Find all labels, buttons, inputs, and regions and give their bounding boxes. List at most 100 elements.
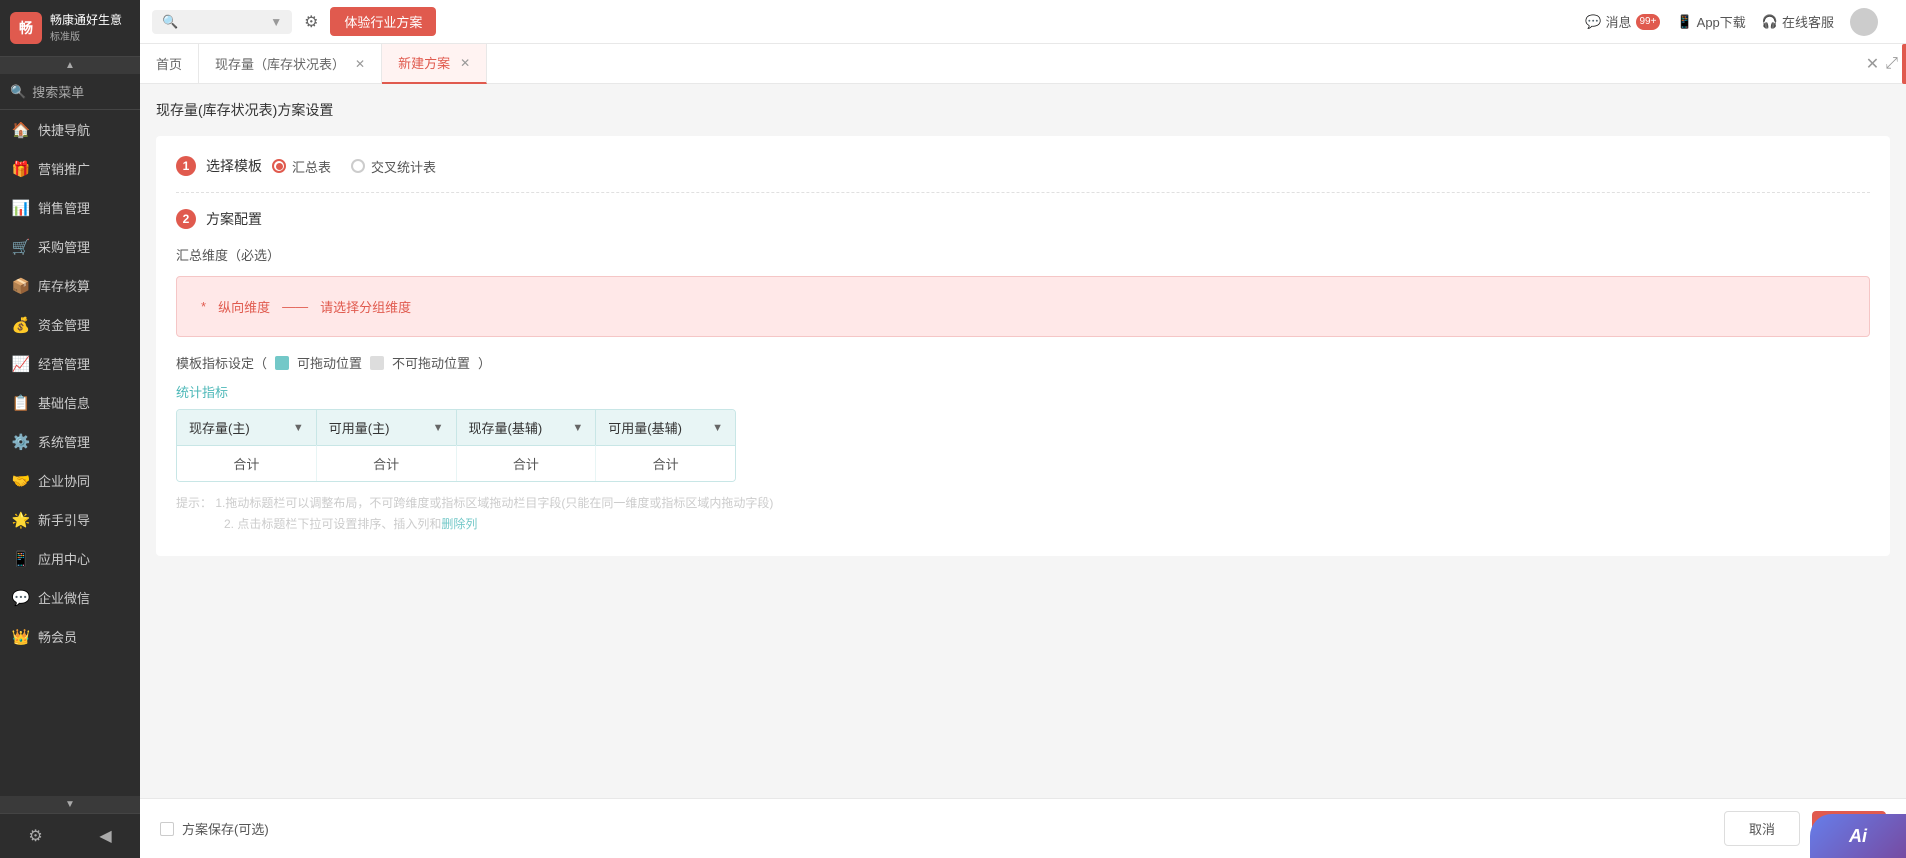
message-label: 消息 <box>1605 12 1631 31</box>
search-icon: 🔍 <box>10 84 26 100</box>
stats-col-2-header[interactable]: 可用量(主) ▼ <box>317 410 457 445</box>
tab-new-scheme-close[interactable]: ✕ <box>460 56 470 70</box>
tips-section: 提示： 1.拖动标题栏可以调整布局，不可跨维度或指标区域拖动栏目字段(只能在同一… <box>176 494 1870 532</box>
app-download-label: App下载 <box>1697 12 1746 31</box>
step1-header: 1 选择模板 汇总表 交叉统计表 <box>176 156 1870 176</box>
sidebar-item-wechat[interactable]: 💬 企业微信 <box>0 578 140 617</box>
app-download-button[interactable]: 📱 App下载 <box>1676 12 1745 31</box>
cancel-button[interactable]: 取消 <box>1724 811 1800 846</box>
tip-2: 2. 点击标题栏下拉可设置排序、插入列和删除列 <box>176 515 1870 532</box>
expand-tab-action[interactable]: ⤢ <box>1885 55 1898 73</box>
scheme-settings-card: 1 选择模板 汇总表 交叉统计表 2 方案配置 <box>156 136 1890 556</box>
sidebar-item-sales[interactable]: 📊 销售管理 <box>0 188 140 227</box>
chevron-down-icon-3[interactable]: ▼ <box>572 422 583 434</box>
stats-col-1-summary: 合计 <box>177 445 317 481</box>
stats-col-1-header[interactable]: 现存量(主) ▼ <box>177 410 317 445</box>
footer: 方案保存(可选) 取消 查询 <box>140 798 1906 858</box>
dimension-box[interactable]: * 纵向维度 —— 请选择分组维度 <box>176 276 1870 337</box>
sidebar-item-new-guide[interactable]: 🌟 新手引导 <box>0 500 140 539</box>
sidebar-search[interactable]: 🔍 搜索菜单 <box>0 74 140 110</box>
sidebar-item-label: 畅会员 <box>38 627 77 646</box>
app-name: 畅康通好生意 <box>50 13 122 29</box>
stats-col-3-header[interactable]: 现存量(基辅) ▼ <box>457 410 597 445</box>
message-button[interactable]: 💬 消息 99+ <box>1585 12 1660 31</box>
stats-col-4-summary: 合计 <box>596 445 735 481</box>
gear-icon[interactable]: ⚙ <box>304 12 318 32</box>
sidebar-item-member[interactable]: 👑 畅会员 <box>0 617 140 656</box>
sidebar-item-basic-info[interactable]: 📋 基础信息 <box>0 383 140 422</box>
settings-button[interactable]: ⚙ <box>20 822 50 850</box>
radio-summary-circle <box>272 159 286 173</box>
stats-col-3-summary: 合计 <box>457 445 597 481</box>
delete-column-link[interactable]: 删除列 <box>441 517 477 531</box>
tab-inventory-status[interactable]: 现存量（库存状况表） ✕ <box>199 44 382 84</box>
chevron-down-icon-4[interactable]: ▼ <box>712 422 723 434</box>
sidebar-item-label: 营销推广 <box>38 159 90 178</box>
step2-badge: 2 <box>176 209 196 229</box>
online-service-button[interactable]: 🎧 在线客服 <box>1762 12 1834 31</box>
dimension-dash: —— <box>282 299 308 314</box>
sidebar-item-label: 销售管理 <box>38 198 90 217</box>
dropdown-icon[interactable]: ▼ <box>270 15 282 29</box>
template-indicator-text: 模板指标设定（ <box>176 353 267 372</box>
sidebar-item-inventory[interactable]: 📦 库存核算 <box>0 266 140 305</box>
dimension-section-label: 汇总维度（必选） <box>176 245 1870 264</box>
app-icon: 📱 <box>12 550 30 568</box>
sidebar-scroll-up[interactable]: ▲ <box>0 57 140 74</box>
sidebar-item-quick-nav[interactable]: 🏠 快捷导航 <box>0 110 140 149</box>
sidebar-item-enterprise[interactable]: 🤝 企业协同 <box>0 461 140 500</box>
chevron-down-icon-2[interactable]: ▼ <box>433 422 444 434</box>
sidebar-bottom: ⚙ ◀ <box>0 813 140 858</box>
logo-icon: 畅 <box>10 12 42 44</box>
stats-table-header: 现存量(主) ▼ 可用量(主) ▼ 现存量(基辅) ▼ 可用量(基辅) ▼ <box>177 410 735 445</box>
sidebar-item-purchase[interactable]: 🛒 采购管理 <box>0 227 140 266</box>
save-scheme-checkbox[interactable] <box>160 822 174 836</box>
chevron-down-icon-1[interactable]: ▼ <box>293 422 304 434</box>
close-tab-action[interactable]: ✕ <box>1866 54 1879 74</box>
wechat-icon: 💬 <box>12 589 30 607</box>
sidebar-item-label: 资金管理 <box>38 315 90 334</box>
search-icon: 🔍 <box>162 14 178 30</box>
sidebar-item-app-center[interactable]: 📱 应用中心 <box>0 539 140 578</box>
stats-col-3-label: 现存量(基辅) <box>469 418 543 437</box>
sidebar-item-label: 应用中心 <box>38 549 90 568</box>
fixed-badge <box>370 356 384 370</box>
sidebar-item-system[interactable]: ⚙️ 系统管理 <box>0 422 140 461</box>
sidebar-item-label: 新手引导 <box>38 510 90 529</box>
radio-cross[interactable]: 交叉统计表 <box>351 157 436 176</box>
topbar-search-box[interactable]: 🔍 ▼ <box>152 10 292 34</box>
sidebar-item-operations[interactable]: 📈 经营管理 <box>0 344 140 383</box>
trial-button[interactable]: 体验行业方案 <box>330 7 436 36</box>
tab-new-scheme[interactable]: 新建方案 ✕ <box>382 44 487 84</box>
gift-icon: 🎁 <box>12 160 30 178</box>
sidebar-item-label: 基础信息 <box>38 393 90 412</box>
collapse-button[interactable]: ◀ <box>91 822 119 850</box>
message-badge: 99+ <box>1636 14 1661 30</box>
sidebar-scroll-down[interactable]: ▼ <box>0 796 140 813</box>
sidebar-item-marketing[interactable]: 🎁 营销推广 <box>0 149 140 188</box>
draggable-badge <box>275 356 289 370</box>
ai-bubble[interactable]: Ai <box>1810 814 1906 858</box>
operations-icon: 📈 <box>12 355 30 373</box>
online-service-label: 在线客服 <box>1782 12 1834 31</box>
dimension-placeholder: 请选择分组维度 <box>320 297 411 316</box>
tab-inventory-status-close[interactable]: ✕ <box>355 57 365 71</box>
step2-title: 方案配置 <box>206 209 262 229</box>
info-icon: 📋 <box>12 394 30 412</box>
stats-col-2-label: 可用量(主) <box>329 418 390 437</box>
stats-col-4-header[interactable]: 可用量(基辅) ▼ <box>596 410 735 445</box>
home-icon: 🏠 <box>12 121 30 139</box>
user-avatar[interactable] <box>1850 8 1878 36</box>
draggable-label: 可拖动位置 <box>297 353 362 372</box>
stats-table-body: 合计 合计 合计 合计 <box>177 445 735 481</box>
stats-table: 现存量(主) ▼ 可用量(主) ▼ 现存量(基辅) ▼ 可用量(基辅) ▼ <box>176 409 736 482</box>
radio-cross-circle <box>351 159 365 173</box>
search-input[interactable] <box>184 15 264 29</box>
cart-icon: 🛒 <box>12 238 30 256</box>
sidebar-nav: 🏠 快捷导航 🎁 营销推广 📊 销售管理 🛒 采购管理 📦 库存核算 💰 资金管… <box>0 110 140 796</box>
radio-summary[interactable]: 汇总表 <box>272 157 331 176</box>
step1-badge: 1 <box>176 156 196 176</box>
sidebar-item-finance[interactable]: 💰 资金管理 <box>0 305 140 344</box>
tab-home[interactable]: 首页 <box>140 44 199 84</box>
app-edition: 标准版 <box>50 28 122 43</box>
